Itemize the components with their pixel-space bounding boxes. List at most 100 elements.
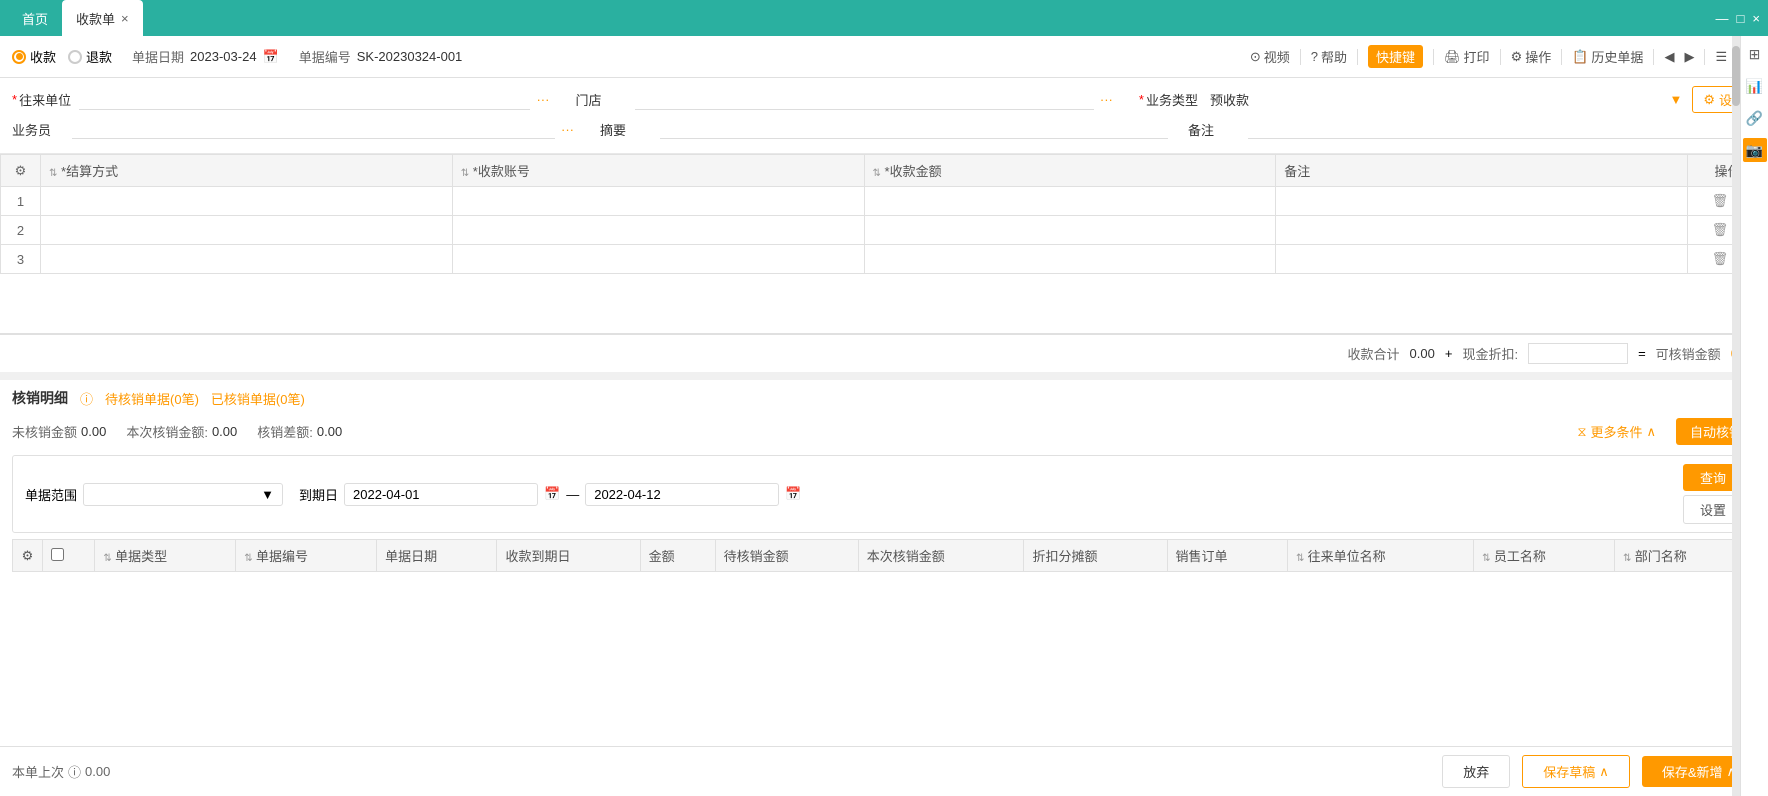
date-to-input[interactable] xyxy=(585,483,779,506)
save-new-label: 保存&新增 xyxy=(1662,762,1723,781)
date-range-dash: — xyxy=(566,487,579,502)
amount-input-1[interactable] xyxy=(873,194,1268,209)
row-settlement-2[interactable] xyxy=(41,216,453,245)
tab-home-label: 首页 xyxy=(22,9,48,28)
staff-more-btn[interactable]: ··· xyxy=(555,122,580,137)
sidebar-link-icon[interactable]: 🔗 xyxy=(1743,106,1767,130)
filter-more-btn[interactable]: ⧖ 更多条件 ∧ xyxy=(1577,422,1656,441)
divider-3 xyxy=(1433,49,1434,65)
row-remark-3[interactable] xyxy=(1276,245,1688,274)
row-num-1: 1 xyxy=(1,187,41,216)
account-input-3[interactable] xyxy=(461,252,856,267)
calendar-icon[interactable]: 📅 xyxy=(263,49,279,65)
row-remark-2[interactable] xyxy=(1276,216,1688,245)
list-btn[interactable]: ☰ xyxy=(1715,49,1727,65)
maximize-icon[interactable]: □ xyxy=(1737,11,1745,26)
check-all-checkbox[interactable] xyxy=(51,548,64,561)
counterpart-more-btn[interactable]: ··· xyxy=(530,92,555,107)
plus-sign: + xyxy=(1445,346,1453,361)
radio-receipt[interactable]: 收款 xyxy=(12,47,56,66)
row-settlement-1[interactable] xyxy=(41,187,453,216)
summary-label: 摘要 xyxy=(600,120,660,139)
help-btn[interactable]: ? 帮助 xyxy=(1311,47,1347,66)
shop-more-btn[interactable]: ··· xyxy=(1094,92,1119,107)
account-input-2[interactable] xyxy=(461,223,856,238)
row-amount-1[interactable] xyxy=(864,187,1276,216)
th-check-all[interactable] xyxy=(43,540,95,572)
th-staff-name: ⇅ 员工名称 xyxy=(1474,540,1615,572)
remark-input-1[interactable] xyxy=(1284,194,1679,209)
row-account-3[interactable] xyxy=(452,245,864,274)
business-type-dropdown[interactable]: ▼ xyxy=(1669,92,1682,107)
amount-input-3[interactable] xyxy=(873,252,1268,267)
discount-input[interactable] xyxy=(1528,343,1628,364)
tab-active[interactable]: 收款单 × xyxy=(62,0,143,36)
prev-btn[interactable]: ◀ xyxy=(1664,49,1674,65)
minimize-icon[interactable]: — xyxy=(1716,11,1729,26)
sidebar-table-icon[interactable]: ⊞ xyxy=(1743,42,1767,66)
row-account-2[interactable] xyxy=(452,216,864,245)
tab-home[interactable]: 首页 xyxy=(8,0,62,36)
chevron-down-icon: ▼ xyxy=(261,487,274,502)
print-btn[interactable]: 🖨 打印 xyxy=(1444,47,1490,66)
close-icon[interactable]: × xyxy=(1752,11,1760,26)
range-label: 单据范围 xyxy=(25,485,77,504)
row-remark-1[interactable] xyxy=(1276,187,1688,216)
settlement-input-3[interactable] xyxy=(49,252,444,267)
gear-icon-verif[interactable]: ⚙ xyxy=(22,548,34,563)
row-amount-2[interactable] xyxy=(864,216,1276,245)
remark-input-3[interactable] xyxy=(1284,252,1679,267)
sidebar-chart-icon[interactable]: 📊 xyxy=(1743,74,1767,98)
done-tab[interactable]: 已核销单据(0笔) xyxy=(211,389,305,408)
date-from-input[interactable] xyxy=(344,483,538,506)
remark-input[interactable] xyxy=(1248,119,1756,139)
scrollbar[interactable] xyxy=(1732,36,1740,796)
shop-input[interactable] xyxy=(635,90,1093,110)
row-amount-3[interactable] xyxy=(864,245,1276,274)
divider-2 xyxy=(1357,49,1358,65)
row-settlement-3[interactable] xyxy=(41,245,453,274)
verif-stats: 未核销金额 0.00 本次核销金额: 0.00 核销差额: 0.00 ⧖ 更多条… xyxy=(12,414,1756,449)
account-input-1[interactable] xyxy=(461,194,856,209)
scroll-thumb[interactable] xyxy=(1732,46,1740,106)
draft-arrow-icon: ∧ xyxy=(1599,764,1609,780)
info-icon-bottom[interactable]: ⓘ xyxy=(68,762,81,781)
th-pending-verif: 待核销金额 xyxy=(715,540,858,572)
row-account-1[interactable] xyxy=(452,187,864,216)
more-conditions-label: 更多条件 xyxy=(1590,422,1642,441)
tab-close-icon[interactable]: × xyxy=(121,11,129,26)
next-btn[interactable]: ▶ xyxy=(1684,49,1694,65)
remark-input-2[interactable] xyxy=(1284,223,1679,238)
abandon-button[interactable]: 放弃 xyxy=(1442,755,1510,788)
sidebar-camera-icon[interactable]: 📷 xyxy=(1743,138,1767,162)
row-num-3: 3 xyxy=(1,245,41,274)
counterpart-input[interactable] xyxy=(79,90,530,110)
discount-label: 现金折扣: xyxy=(1462,344,1518,363)
range-select[interactable]: ▼ xyxy=(83,483,283,506)
calendar-from-icon[interactable]: 📅 xyxy=(544,486,560,502)
th-counterpart-name: ⇅ 往来单位名称 xyxy=(1287,540,1473,572)
settlement-input-1[interactable] xyxy=(49,194,444,209)
operations-btn[interactable]: ⚙ 操作 xyxy=(1511,47,1552,66)
counterpart-field: * 往来单位 ··· xyxy=(12,90,555,110)
summary-input[interactable] xyxy=(660,119,1168,139)
th-checkbox: ⚙ xyxy=(13,540,43,572)
data-table-section: ⚙ ⇅ *结算方式 ⇅ *收款账号 ⇅ *收款金额 备注 操作 1 xyxy=(0,154,1768,334)
calendar-to-icon[interactable]: 📅 xyxy=(785,486,801,502)
save-draft-button[interactable]: 保存草稿 ∧ xyxy=(1522,755,1630,788)
shortcut-btn[interactable]: 快捷键 xyxy=(1368,45,1423,68)
info-icon[interactable]: ⓘ xyxy=(80,389,93,408)
delete-icon-1[interactable]: 🗑 xyxy=(1712,193,1729,209)
staff-input[interactable] xyxy=(72,119,555,139)
th-gear[interactable]: ⚙ xyxy=(1,155,41,187)
settlement-input-2[interactable] xyxy=(49,223,444,238)
bottom-info: 本单上次 ⓘ 0.00 xyxy=(12,762,110,781)
history-btn[interactable]: 📋 历史单据 xyxy=(1572,47,1643,66)
delete-icon-3[interactable]: 🗑 xyxy=(1712,251,1729,267)
radio-refund[interactable]: 退款 xyxy=(68,47,112,66)
verif-section: 核销明细 ⓘ 待核销单据(0笔) 已核销单据(0笔) 未核销金额 0.00 本次… xyxy=(0,380,1768,580)
delete-icon-2[interactable]: 🗑 xyxy=(1712,222,1729,238)
pending-tab[interactable]: 待核销单据(0笔) xyxy=(105,389,199,408)
video-btn[interactable]: ⊙ 视频 xyxy=(1250,47,1290,66)
amount-input-2[interactable] xyxy=(873,223,1268,238)
